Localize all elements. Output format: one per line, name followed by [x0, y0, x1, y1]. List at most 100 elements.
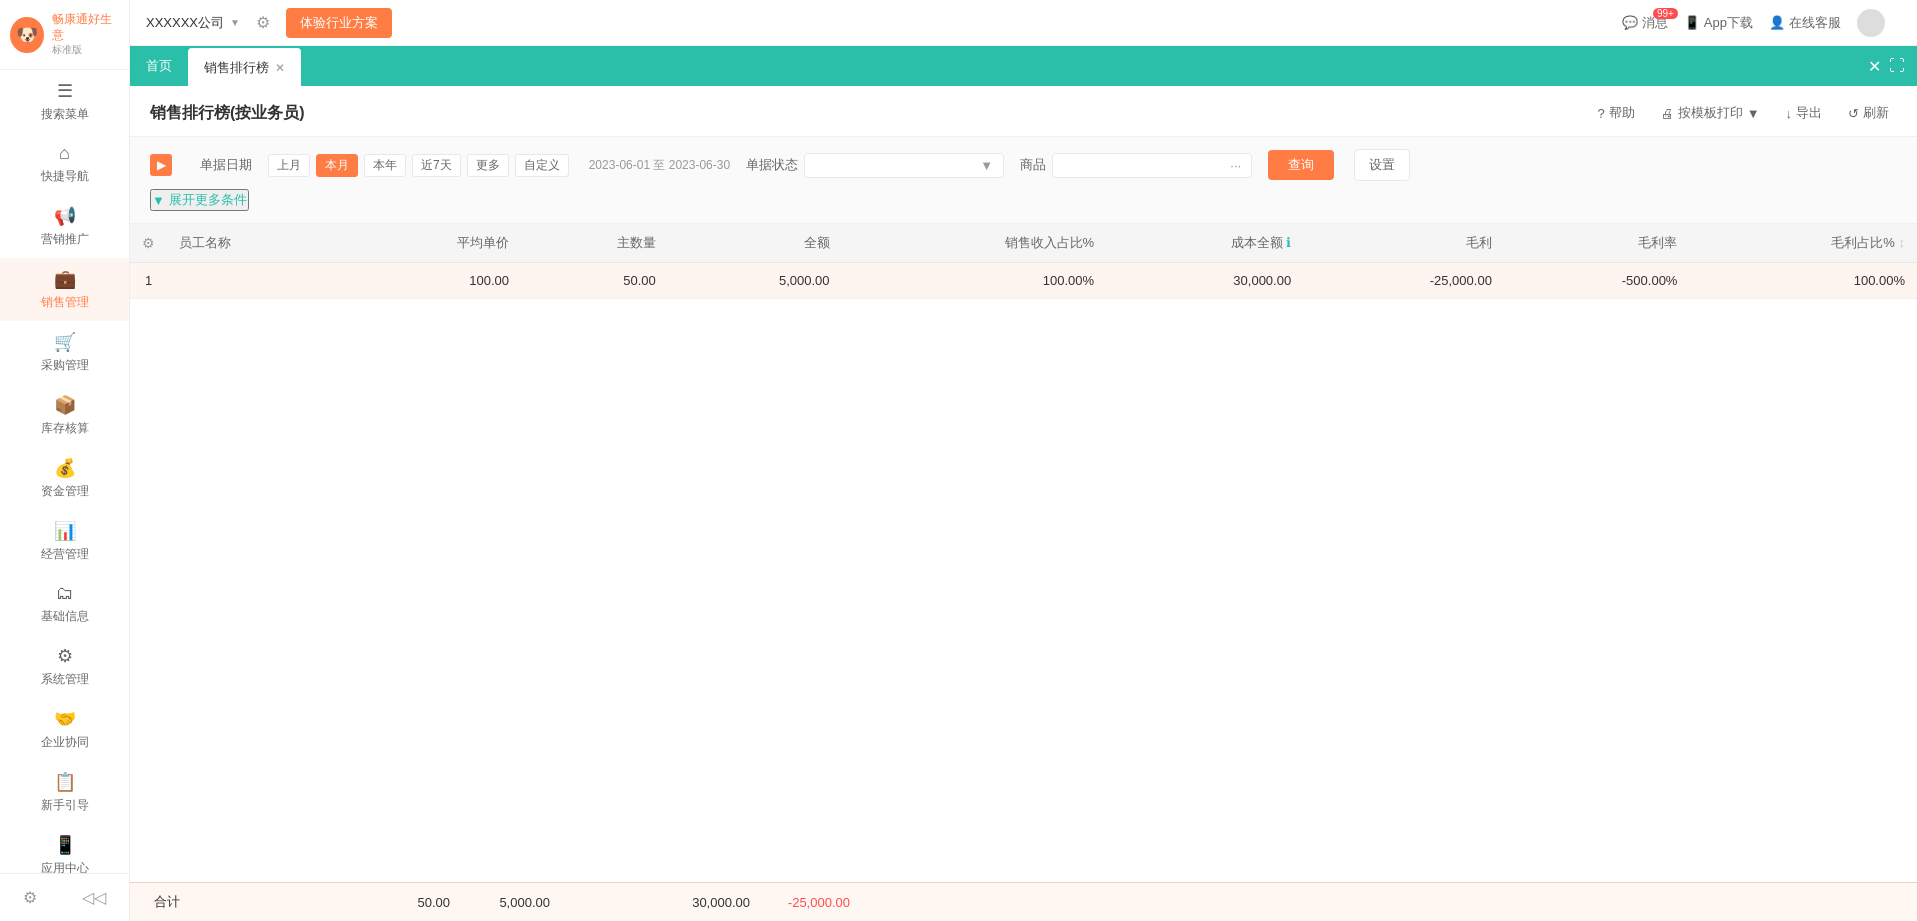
company-selector[interactable]: XXXXXX公司 ▼	[146, 14, 240, 32]
export-button[interactable]: ↓ 导出	[1778, 100, 1831, 126]
user-avatar[interactable]	[1857, 9, 1885, 37]
status-select[interactable]: ▼	[804, 153, 1004, 178]
tab-sales-ranking[interactable]: 销售排行榜 ✕	[188, 48, 301, 88]
sidebar-icon-12: 📱	[54, 834, 76, 856]
company-name: XXXXXX公司	[146, 14, 224, 32]
goods-more-icon: ···	[1230, 158, 1241, 173]
col-gross-pct: 毛利占比% ↕	[1689, 224, 1917, 263]
refresh-label: 刷新	[1863, 104, 1889, 122]
date-btn-本月[interactable]: 本月	[316, 154, 358, 177]
sidebar-item-5[interactable]: 📦 库存核算	[0, 384, 129, 447]
sidebar-label-1: 快捷导航	[41, 168, 89, 185]
tab-close-icon[interactable]: ✕	[275, 61, 285, 75]
sidebar-icon-3: 💼	[54, 268, 76, 290]
table-settings-icon[interactable]: ⚙	[142, 235, 155, 251]
date-btn-更多[interactable]: 更多	[467, 154, 509, 177]
sidebar-item-8[interactable]: 🗂 基础信息	[0, 573, 129, 635]
query-button[interactable]: 查询	[1268, 150, 1334, 180]
status-filter: 单据状态 ▼	[746, 153, 1004, 178]
sidebar-item-11[interactable]: 📋 新手引导	[0, 761, 129, 824]
sidebar-item-12[interactable]: 📱 应用中心	[0, 824, 129, 873]
sidebar-icon-0: ☰	[57, 80, 73, 102]
sidebar-label-4: 采购管理	[41, 357, 89, 374]
footer-label-text: 合计	[154, 894, 180, 909]
date-btn-自定义[interactable]: 自定义	[515, 154, 569, 177]
export-label: 导出	[1796, 104, 1822, 122]
gross-pct-info-icon[interactable]: ↕	[1899, 235, 1906, 250]
date-range-display: 2023-06-01 至 2023-06-30	[589, 157, 730, 174]
sidebar-label-11: 新手引导	[41, 797, 89, 814]
sidebar-label-10: 企业协同	[41, 734, 89, 751]
table-container: ⚙ 员工名称 平均单价 主数量 全额 销售收入占比% 成本全额 ℹ 毛利 毛利率…	[130, 224, 1917, 921]
sidebar-item-4[interactable]: 🛒 采购管理	[0, 321, 129, 384]
logo-title: 畅康通好生意	[52, 12, 119, 43]
logo-icon: 🐶	[10, 17, 44, 53]
sidebar-item-9[interactable]: ⚙ 系统管理	[0, 635, 129, 698]
sidebar-item-10[interactable]: 🤝 企业协同	[0, 698, 129, 761]
date-btn-上月[interactable]: 上月	[268, 154, 310, 177]
expand-conditions-button[interactable]: ▼ 展开更多条件	[150, 189, 249, 211]
topbar-settings-icon[interactable]: ⚙	[256, 13, 270, 32]
sidebar-item-0[interactable]: ☰ 搜索菜单	[0, 70, 129, 133]
sidebar-label-8: 基础信息	[41, 608, 89, 625]
sidebar-label-2: 营销推广	[41, 231, 89, 248]
sidebar-label-6: 资金管理	[41, 483, 89, 500]
sidebar-footer: ⚙ ◁◁	[0, 873, 129, 921]
print-template-button[interactable]: 🖨 按模板打印 ▼	[1653, 100, 1768, 126]
help-button[interactable]: ? 帮助	[1589, 100, 1642, 126]
goods-label: 商品	[1020, 156, 1046, 174]
filter-row-1: ▶ 单据日期 上月本月本年近7天更多自定义 2023-06-01 至 2023-…	[150, 149, 1897, 181]
message-icon: 💬	[1622, 15, 1638, 30]
tab-window-buttons: ✕ ⛶	[1868, 57, 1917, 76]
tab-sales-ranking-label: 销售排行榜	[204, 59, 269, 77]
topbar-messages[interactable]: 💬 消息 99+	[1622, 14, 1668, 32]
footer-amount: 5,000.00	[462, 895, 562, 910]
date-btn-近7天[interactable]: 近7天	[412, 154, 461, 177]
sidebar-icon-10: 🤝	[54, 708, 76, 730]
cell-gross-0: -25,000.00	[1303, 263, 1504, 299]
window-expand-icon[interactable]: ⛶	[1889, 57, 1905, 75]
service-icon: 👤	[1769, 15, 1785, 30]
date-btn-本年[interactable]: 本年	[364, 154, 406, 177]
expand-chevron-icon: ▼	[152, 193, 165, 208]
sales-ranking-table: ⚙ 员工名称 平均单价 主数量 全额 销售收入占比% 成本全额 ℹ 毛利 毛利率…	[130, 224, 1917, 299]
status-chevron-icon: ▼	[980, 158, 993, 173]
refresh-button[interactable]: ↺ 刷新	[1840, 100, 1897, 126]
footer-qty: 50.00	[382, 895, 462, 910]
cell-gross-rate-0: -500.00%	[1504, 263, 1690, 299]
sidebar-gear-icon[interactable]: ⚙	[19, 884, 41, 911]
cost-info-icon[interactable]: ℹ	[1286, 235, 1291, 250]
footer-cost: 30,000.00	[662, 895, 762, 910]
sidebar-icon-5: 📦	[54, 394, 76, 416]
col-amount: 全额	[668, 224, 842, 263]
sidebar-item-6[interactable]: 💰 资金管理	[0, 447, 129, 510]
page-header: 销售排行榜(按业务员) ? 帮助 🖨 按模板打印 ▼ ↓ 导出 ↺ 刷新	[130, 86, 1917, 137]
topbar-right: 💬 消息 99+ 📱 App下载 👤 在线客服	[1622, 9, 1901, 37]
fast-filter-toggle[interactable]: ▶	[150, 154, 172, 176]
sidebar-icon-4: 🛒	[54, 331, 76, 353]
sidebar-label-7: 经营管理	[41, 546, 89, 563]
sidebar-label-0: 搜索菜单	[41, 106, 89, 123]
footer-label: 合计	[142, 893, 382, 911]
col-cost: 成本全额 ℹ	[1106, 224, 1303, 263]
trial-button[interactable]: 体验行业方案	[286, 8, 392, 38]
sidebar-item-7[interactable]: 📊 经营管理	[0, 510, 129, 573]
sidebar-icon-9: ⚙	[57, 645, 73, 667]
goods-select[interactable]: ···	[1052, 153, 1252, 178]
service-label: 在线客服	[1789, 14, 1841, 32]
sidebar-icon-6: 💰	[54, 457, 76, 479]
topbar-online-service[interactable]: 👤 在线客服	[1769, 14, 1841, 32]
message-badge: 99+	[1653, 8, 1678, 19]
sidebar-icon-2: 📢	[54, 205, 76, 227]
sidebar-nav: ☰ 搜索菜单 ⌂ 快捷导航 📢 营销推广 💼 销售管理 🛒 采购管理 📦 库存核…	[0, 70, 129, 873]
sidebar-item-1[interactable]: ⌂ 快捷导航	[0, 133, 129, 195]
tab-home-label: 首页	[146, 57, 172, 75]
tab-home[interactable]: 首页	[130, 46, 188, 86]
filter-settings-button[interactable]: 设置	[1354, 149, 1410, 181]
sidebar-item-2[interactable]: 📢 营销推广	[0, 195, 129, 258]
cell-name-0	[167, 263, 344, 299]
topbar-app-download[interactable]: 📱 App下载	[1684, 14, 1753, 32]
window-close-icon[interactable]: ✕	[1868, 57, 1881, 76]
sidebar-item-3[interactable]: 💼 销售管理	[0, 258, 129, 321]
sidebar-collapse-icon[interactable]: ◁◁	[78, 884, 110, 911]
